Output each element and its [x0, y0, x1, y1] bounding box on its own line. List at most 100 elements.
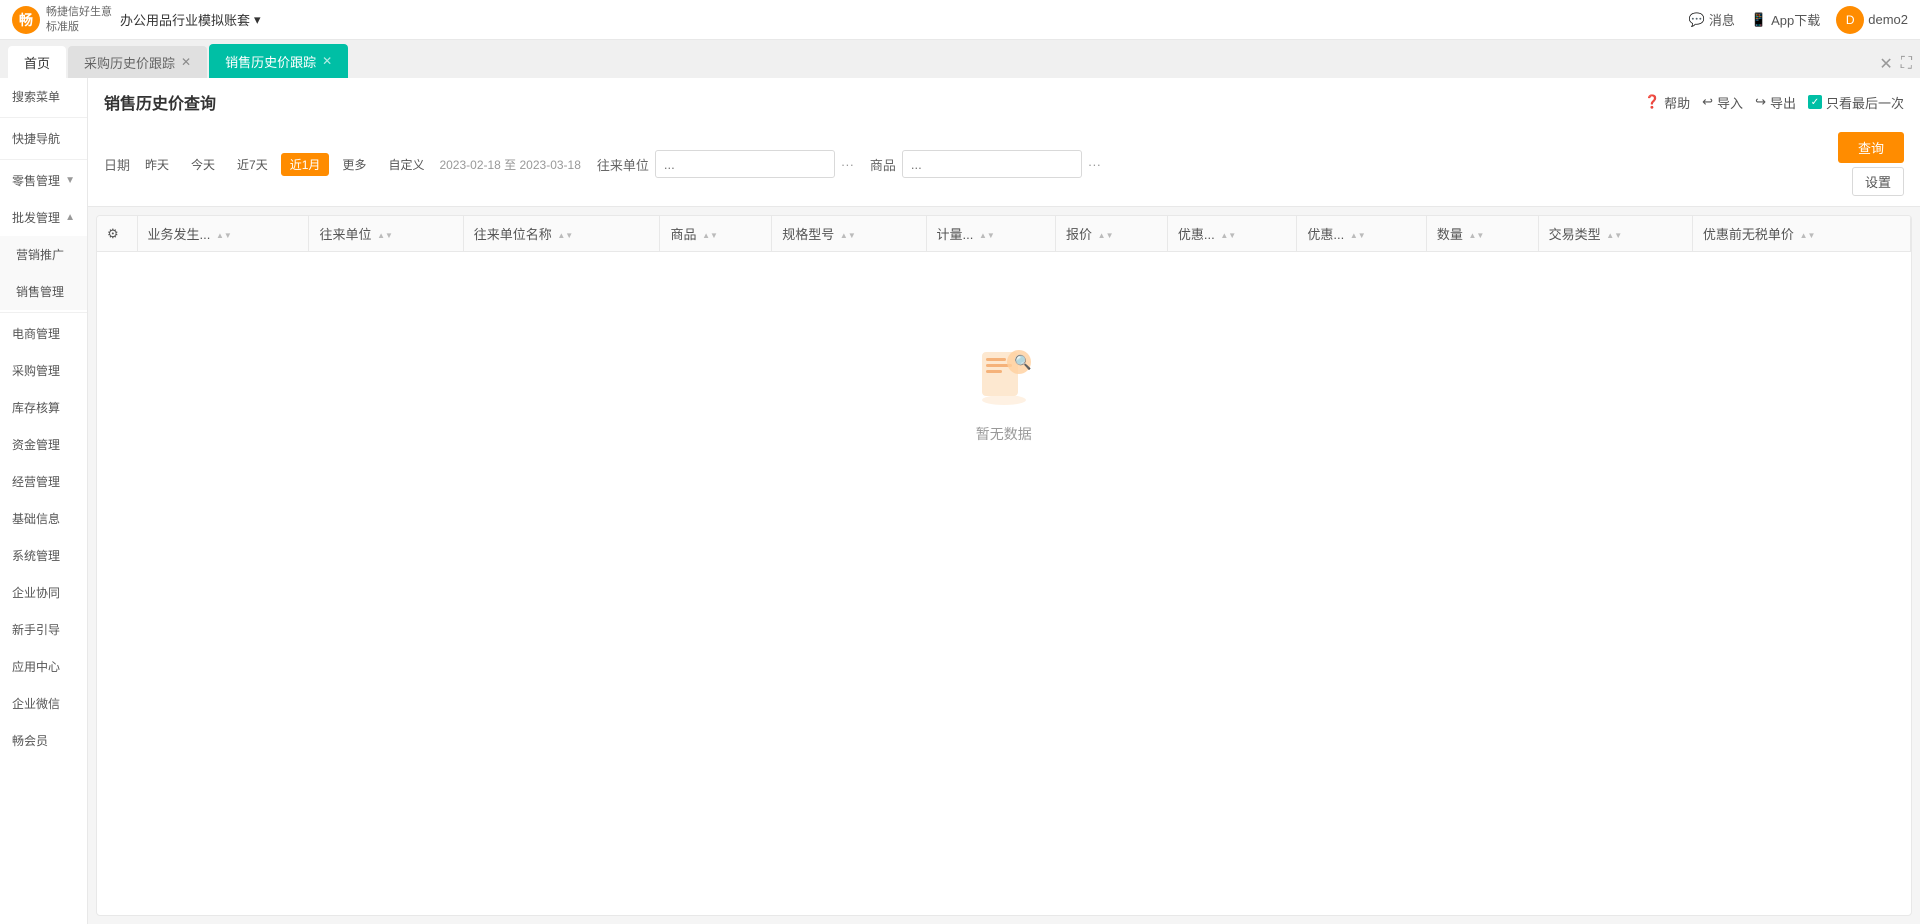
sidebar-item-system-mgmt[interactable]: 系统管理 [0, 537, 87, 574]
tab-expand-icon[interactable]: ⛶ [1901, 55, 1912, 73]
th-discount1[interactable]: 优惠... ▲▼ [1167, 216, 1297, 252]
th-discount2[interactable]: 优惠... ▲▼ [1297, 216, 1427, 252]
filter-right: 查询 设置 [1838, 132, 1904, 196]
th-spec[interactable]: 规格型号 ▲▼ [772, 216, 926, 252]
empty-text: 暂无数据 [976, 424, 1032, 444]
sidebar-divider-3 [0, 312, 87, 313]
sort-icon-unit: ▲▼ [979, 231, 995, 240]
date-btn-custom[interactable]: 自定义 [379, 153, 433, 176]
th-partner-name[interactable]: 往来单位名称 ▲▼ [463, 216, 660, 252]
th-goods[interactable]: 商品 ▲▼ [660, 216, 772, 252]
date-range-text: 2023-02-18 至 2023-03-18 [439, 156, 580, 173]
import-button[interactable]: ↩ 导入 [1702, 93, 1743, 112]
sidebar-item-app-center[interactable]: 应用中心 [0, 648, 87, 685]
query-button[interactable]: 查询 [1838, 132, 1904, 163]
sort-icon-trade-type: ▲▼ [1606, 231, 1622, 240]
help-icon: ❓ [1644, 94, 1660, 110]
message-icon: 💬 [1689, 12, 1705, 28]
partner-label: 往来单位 [597, 155, 649, 174]
date-btn-more[interactable]: 更多 [333, 153, 375, 176]
goods-lookup-icon[interactable]: ··· [1088, 157, 1101, 172]
tab-home[interactable]: 首页 [8, 46, 66, 78]
tab-bar-actions: ✕ ⛶ [1879, 54, 1912, 78]
goods-input[interactable] [902, 150, 1082, 178]
only-last-checkbox[interactable]: ✓ 只看最后一次 [1808, 93, 1904, 112]
logo-area: 畅 畅捷信好生意 标准版 [12, 5, 112, 34]
empty-state: 🔍 暂无数据 [97, 252, 1911, 524]
sidebar-item-wholesale-mgmt[interactable]: 批发管理 ▲ [0, 199, 87, 236]
sort-icon-spec: ▲▼ [840, 231, 856, 240]
th-unit[interactable]: 计量... ▲▼ [926, 216, 1056, 252]
tab-sales-history-close[interactable]: ✕ [322, 55, 332, 67]
table-container: ⚙ 业务发生... ▲▼ 往来单位 ▲▼ 往来单位名称 ▲▼ [96, 215, 1912, 916]
sort-icon-partner-code: ▲▼ [377, 231, 393, 240]
sidebar-item-new-guide[interactable]: 新手引导 [0, 611, 87, 648]
date-label: 日期 [104, 155, 130, 174]
table-settings-icon[interactable]: ⚙ [107, 226, 119, 241]
partner-input[interactable] [655, 150, 835, 178]
sidebar-item-enterprise-wechat[interactable]: 企业微信 [0, 685, 87, 722]
th-trade-type[interactable]: 交易类型 ▲▼ [1538, 216, 1692, 252]
sidebar-item-quick-nav[interactable]: 快捷导航 [0, 120, 87, 157]
sidebar: 搜索菜单 快捷导航 零售管理 ▼ 批发管理 ▲ 营销推广 销售管理 电商管理 [0, 78, 88, 924]
tab-close-window-icon[interactable]: ✕ [1879, 54, 1892, 74]
sort-icon-discount1: ▲▼ [1220, 231, 1236, 240]
tab-home-label: 首页 [24, 53, 50, 72]
sidebar-item-ecommerce-mgmt[interactable]: 电商管理 [0, 315, 87, 352]
sort-icon-discount2: ▲▼ [1350, 231, 1366, 240]
app-download-button[interactable]: 📱 App下载 [1751, 10, 1820, 29]
help-button[interactable]: ❓ 帮助 [1644, 93, 1690, 112]
sidebar-divider-2 [0, 159, 87, 160]
top-bar-left: 畅 畅捷信好生意 标准版 办公用品行业模拟账套 ▾ [12, 5, 261, 34]
date-btn-today[interactable]: 今天 [182, 153, 224, 176]
settings-button[interactable]: 设置 [1852, 167, 1904, 196]
user-menu[interactable]: D demo2 [1836, 6, 1908, 34]
goods-label: 商品 [870, 155, 896, 174]
sidebar-item-basic-info[interactable]: 基础信息 [0, 500, 87, 537]
th-pretax-price[interactable]: 优惠前无税单价 ▲▼ [1692, 216, 1910, 252]
message-button[interactable]: 💬 消息 [1689, 10, 1735, 29]
svg-text:🔍: 🔍 [1014, 353, 1031, 371]
date-btn-yesterday[interactable]: 昨天 [136, 153, 178, 176]
tab-sales-history[interactable]: 销售历史价跟踪 ✕ [209, 44, 348, 78]
date-btn-7days[interactable]: 近7天 [228, 153, 277, 176]
top-bar-right: 💬 消息 📱 App下载 D demo2 [1689, 6, 1908, 34]
export-button[interactable]: ↪ 导出 [1755, 93, 1796, 112]
th-quote[interactable]: 报价 ▲▼ [1056, 216, 1168, 252]
sidebar-item-search-menu[interactable]: 搜索菜单 [0, 78, 87, 115]
partner-filter-group: 往来单位 ··· [597, 150, 854, 178]
tab-bar: 首页 采购历史价跟踪 ✕ 销售历史价跟踪 ✕ ✕ ⛶ [0, 40, 1920, 78]
sidebar-item-operations-mgmt[interactable]: 经营管理 [0, 463, 87, 500]
sidebar-item-sales-mgmt[interactable]: 销售管理 [0, 273, 87, 310]
checkbox-icon: ✓ [1808, 95, 1822, 109]
sidebar-item-retail-mgmt[interactable]: 零售管理 ▼ [0, 162, 87, 199]
sidebar-item-finance-mgmt[interactable]: 资金管理 [0, 426, 87, 463]
app-selector[interactable]: 办公用品行业模拟账套 ▾ [120, 10, 261, 29]
th-settings[interactable]: ⚙ [97, 216, 137, 252]
sort-icon-partner-name: ▲▼ [557, 231, 573, 240]
avatar: D [1836, 6, 1864, 34]
date-filter-group: 日期 昨天 今天 近7天 近1月 更多 自定义 2023-02-18 至 202… [104, 153, 581, 176]
th-biz-date[interactable]: 业务发生... ▲▼ [137, 216, 309, 252]
sidebar-divider-1 [0, 117, 87, 118]
sidebar-item-purchase-mgmt[interactable]: 采购管理 [0, 352, 87, 389]
page-header: 销售历史价查询 ❓ 帮助 ↩ 导入 ↪ 导出 ✓ [88, 78, 1920, 207]
goods-filter-group: 商品 ··· [870, 150, 1101, 178]
empty-icon: 🔍 [964, 332, 1044, 412]
sidebar-item-marketing[interactable]: 营销推广 [0, 236, 87, 273]
main-layout: 搜索菜单 快捷导航 零售管理 ▼ 批发管理 ▲ 营销推广 销售管理 电商管理 [0, 78, 1920, 924]
tab-purchase-history-close[interactable]: ✕ [181, 56, 191, 68]
tab-purchase-history[interactable]: 采购历史价跟踪 ✕ [68, 46, 207, 78]
sidebar-item-inventory-check[interactable]: 库存核算 [0, 389, 87, 426]
partner-lookup-icon[interactable]: ··· [841, 157, 854, 172]
filter-row: 日期 昨天 今天 近7天 近1月 更多 自定义 2023-02-18 至 202… [104, 122, 1904, 206]
table-body: 🔍 暂无数据 [97, 252, 1911, 525]
logo-icon: 畅 [12, 6, 40, 34]
th-partner-code[interactable]: 往来单位 ▲▼ [309, 216, 463, 252]
th-quantity[interactable]: 数量 ▲▼ [1426, 216, 1538, 252]
sidebar-item-enterprise-collab[interactable]: 企业协同 [0, 574, 87, 611]
date-btn-1month[interactable]: 近1月 [281, 153, 330, 176]
sidebar-item-member[interactable]: 畅会员 [0, 722, 87, 759]
logo-text: 畅捷信好生意 标准版 [46, 5, 112, 34]
page-title-row: 销售历史价查询 ❓ 帮助 ↩ 导入 ↪ 导出 ✓ [104, 90, 1904, 114]
